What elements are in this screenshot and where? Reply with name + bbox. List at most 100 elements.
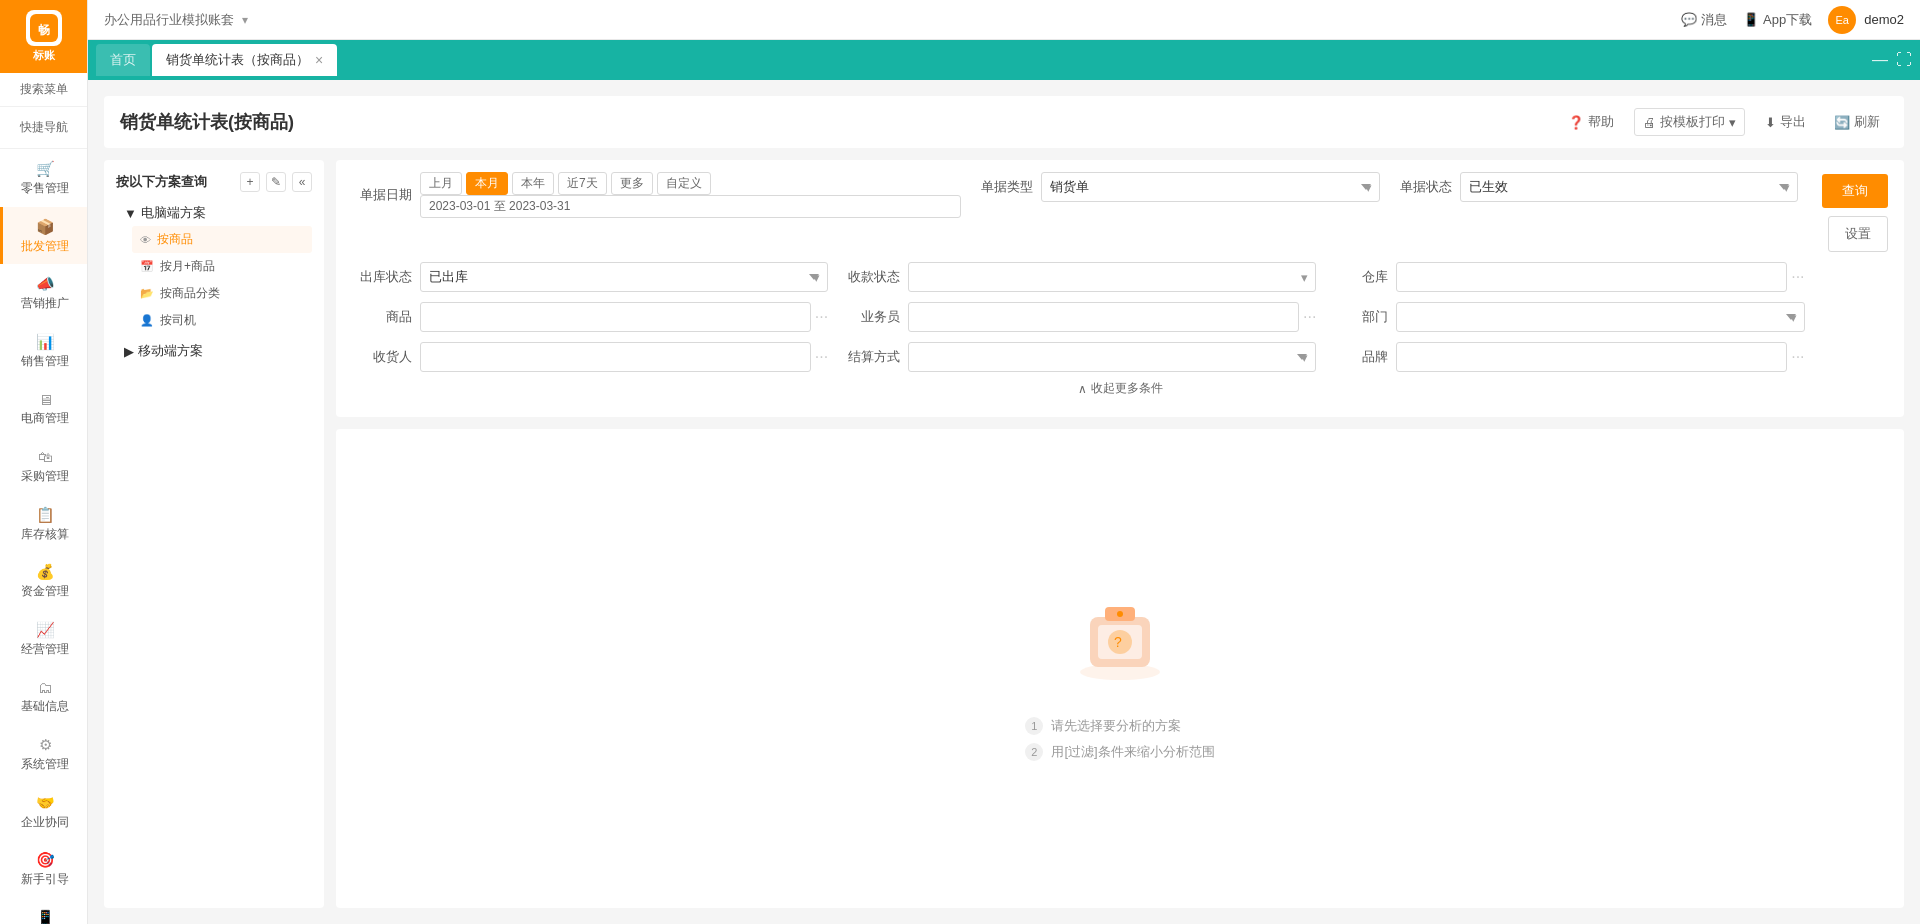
sidebar-item-system[interactable]: ⚙ 系统管理 bbox=[0, 725, 87, 783]
refresh-btn[interactable]: 🔄 刷新 bbox=[1826, 109, 1888, 135]
help-btn[interactable]: ❓ 帮助 bbox=[1560, 109, 1622, 135]
print-dropdown-icon[interactable]: ▾ bbox=[1729, 115, 1736, 130]
salesperson-label: 业务员 bbox=[840, 308, 900, 326]
sidebar-item-marketing[interactable]: 📣 营销推广 bbox=[0, 264, 87, 322]
date-tag-custom[interactable]: 自定义 bbox=[657, 172, 711, 195]
salesperson-input[interactable] bbox=[908, 302, 1299, 332]
scheme-pc-label: 电脑端方案 bbox=[141, 204, 206, 222]
page-title: 销货单统计表(按商品) bbox=[120, 110, 294, 134]
header-dropdown-icon[interactable]: ▾ bbox=[242, 13, 248, 27]
quick-nav-label: 快捷导航 bbox=[20, 111, 68, 144]
system-icon: ⚙ bbox=[35, 735, 55, 755]
filter-panel: 按以下方案查询 + ✎ « ▼ 电脑端方案 bbox=[104, 160, 324, 908]
date-tag-7days[interactable]: 近7天 bbox=[558, 172, 607, 195]
warehouse-input[interactable] bbox=[1396, 262, 1787, 292]
out-status-input[interactable] bbox=[420, 262, 828, 292]
empty-tip-1: 1 请先选择要分析的方案 bbox=[1025, 717, 1214, 735]
sidebar-search-btn[interactable]: 搜索菜单 bbox=[0, 73, 87, 107]
product-input[interactable] bbox=[420, 302, 811, 332]
brand-input[interactable] bbox=[1396, 342, 1787, 372]
sidebar-item-purchase[interactable]: 🛍 采购管理 bbox=[0, 437, 87, 495]
scheme-mobile-group[interactable]: ▶ 移动端方案 bbox=[116, 338, 312, 364]
sidebar-item-ecommerce[interactable]: 🖥 电商管理 bbox=[0, 379, 87, 437]
recipient-label: 收货人 bbox=[352, 348, 412, 366]
maximize-btn[interactable]: ⛶ bbox=[1896, 51, 1912, 69]
scheme-by-product[interactable]: 👁 按商品 bbox=[132, 226, 312, 253]
filter-item-doc-type: 单据类型 ▾ bbox=[973, 172, 1379, 202]
system-label: 系统管理 bbox=[21, 757, 69, 773]
collapse-panel-btn[interactable]: « bbox=[292, 172, 312, 192]
setting-btn[interactable]: 设置 bbox=[1828, 216, 1888, 252]
product-dots[interactable]: ··· bbox=[815, 308, 828, 326]
quick-nav-btn[interactable]: 快捷导航 bbox=[0, 107, 87, 149]
tab-home[interactable]: 首页 bbox=[96, 44, 150, 76]
content-area: 销货单统计表(按商品) ❓ 帮助 🖨 按模板打印 ▾ ⬇ 导出 bbox=[88, 80, 1920, 924]
scheme-by-cashier[interactable]: 👤 按司机 bbox=[132, 307, 312, 334]
sidebar: 畅 标账 搜索菜单 快捷导航 🛒 零售管理 📦 批发管理 📣 营销推广 📊 销售… bbox=[0, 0, 88, 924]
scheme-by-category[interactable]: 📂 按商品分类 bbox=[132, 280, 312, 307]
dept-dropdown[interactable]: ▾ bbox=[1790, 310, 1797, 325]
sidebar-item-finance[interactable]: 💰 资金管理 bbox=[0, 552, 87, 610]
query-btn[interactable]: 查询 bbox=[1822, 174, 1888, 208]
message-btn[interactable]: 💬 消息 bbox=[1681, 11, 1727, 29]
edit-scheme-btn[interactable]: ✎ bbox=[266, 172, 286, 192]
sidebar-item-sales[interactable]: 📊 销售管理 bbox=[0, 322, 87, 380]
date-tag-last-month[interactable]: 上月 bbox=[420, 172, 462, 195]
salesperson-dots[interactable]: ··· bbox=[1303, 308, 1316, 326]
minimize-btn[interactable]: — bbox=[1872, 51, 1888, 69]
tab-bar: 首页 销货单统计表（按商品） × — ⛶ bbox=[88, 40, 1920, 80]
help-icon: ❓ bbox=[1568, 115, 1584, 130]
sidebar-item-inventory[interactable]: 📋 库存核算 bbox=[0, 495, 87, 553]
sidebar-item-retail[interactable]: 🛒 零售管理 bbox=[0, 149, 87, 207]
logo-icon: 畅 bbox=[26, 10, 62, 46]
svg-text:畅: 畅 bbox=[38, 23, 50, 37]
sidebar-item-wholesale[interactable]: 📦 批发管理 bbox=[0, 207, 87, 265]
date-tag-this-month[interactable]: 本月 bbox=[466, 172, 508, 195]
out-status-dropdown[interactable]: ▾ bbox=[813, 270, 820, 285]
tab-stats[interactable]: 销货单统计表（按商品） × bbox=[152, 44, 337, 76]
logo-text: 标账 bbox=[33, 48, 55, 63]
user-area[interactable]: Ea demo2 bbox=[1828, 6, 1904, 34]
sidebar-item-apps[interactable]: 📱 应用中心 bbox=[0, 898, 87, 924]
warehouse-dots[interactable]: ··· bbox=[1791, 268, 1804, 286]
folder-icon: 📂 bbox=[140, 287, 154, 300]
doc-type-input[interactable] bbox=[1041, 172, 1379, 202]
dept-input[interactable] bbox=[1396, 302, 1804, 332]
settlement-dropdown[interactable]: ▾ bbox=[1301, 350, 1308, 365]
filter-panel-header: 按以下方案查询 + ✎ « bbox=[116, 172, 312, 192]
sidebar-item-guide[interactable]: 🎯 新手引导 bbox=[0, 840, 87, 898]
scheme-pc-group[interactable]: ▼ 电脑端方案 bbox=[116, 200, 312, 226]
payment-status-input[interactable] bbox=[908, 262, 1316, 292]
date-tag-more[interactable]: 更多 bbox=[611, 172, 653, 195]
doc-status-dropdown[interactable]: ▾ bbox=[1783, 180, 1790, 195]
date-tag-this-year[interactable]: 本年 bbox=[512, 172, 554, 195]
eye-icon: 👁 bbox=[140, 234, 151, 246]
export-btn[interactable]: ⬇ 导出 bbox=[1757, 109, 1814, 135]
scheme-by-month-product[interactable]: 📅 按月+商品 bbox=[132, 253, 312, 280]
sidebar-item-company[interactable]: 🤝 企业协同 bbox=[0, 783, 87, 841]
date-range-display[interactable]: 2023-03-01 至 2023-03-31 bbox=[420, 195, 961, 218]
app-download-btn[interactable]: 📱 App下载 bbox=[1743, 11, 1812, 29]
collapse-btn[interactable]: ∧ 收起更多条件 bbox=[352, 372, 1888, 405]
logo-area[interactable]: 畅 标账 bbox=[0, 0, 87, 73]
page-container: 销货单统计表(按商品) ❓ 帮助 🖨 按模板打印 ▾ ⬇ 导出 bbox=[88, 80, 1920, 924]
scheme-by-month-product-label: 按月+商品 bbox=[160, 258, 215, 275]
settlement-input[interactable] bbox=[908, 342, 1316, 372]
ecommerce-label: 电商管理 bbox=[21, 411, 69, 427]
scheme-mobile-section: ▶ 移动端方案 bbox=[116, 338, 312, 364]
doc-type-label: 单据类型 bbox=[973, 178, 1033, 196]
recipient-input[interactable] bbox=[420, 342, 811, 372]
tab-close-btn[interactable]: × bbox=[315, 53, 323, 67]
add-scheme-btn[interactable]: + bbox=[240, 172, 260, 192]
brand-dots[interactable]: ··· bbox=[1791, 348, 1804, 366]
print-btn[interactable]: 🖨 按模板打印 ▾ bbox=[1634, 108, 1745, 136]
recipient-dots[interactable]: ··· bbox=[815, 348, 828, 366]
doc-type-dropdown[interactable]: ▾ bbox=[1365, 180, 1372, 195]
payment-status-dropdown[interactable]: ▾ bbox=[1301, 270, 1308, 285]
sidebar-item-basic[interactable]: 🗂 基础信息 bbox=[0, 667, 87, 725]
tab-actions: — ⛶ bbox=[1872, 51, 1912, 69]
doc-status-input[interactable] bbox=[1460, 172, 1798, 202]
action-buttons: 查询 设置 bbox=[1822, 172, 1888, 252]
date-label: 单据日期 bbox=[352, 186, 412, 204]
sidebar-item-operations[interactable]: 📈 经营管理 bbox=[0, 610, 87, 668]
